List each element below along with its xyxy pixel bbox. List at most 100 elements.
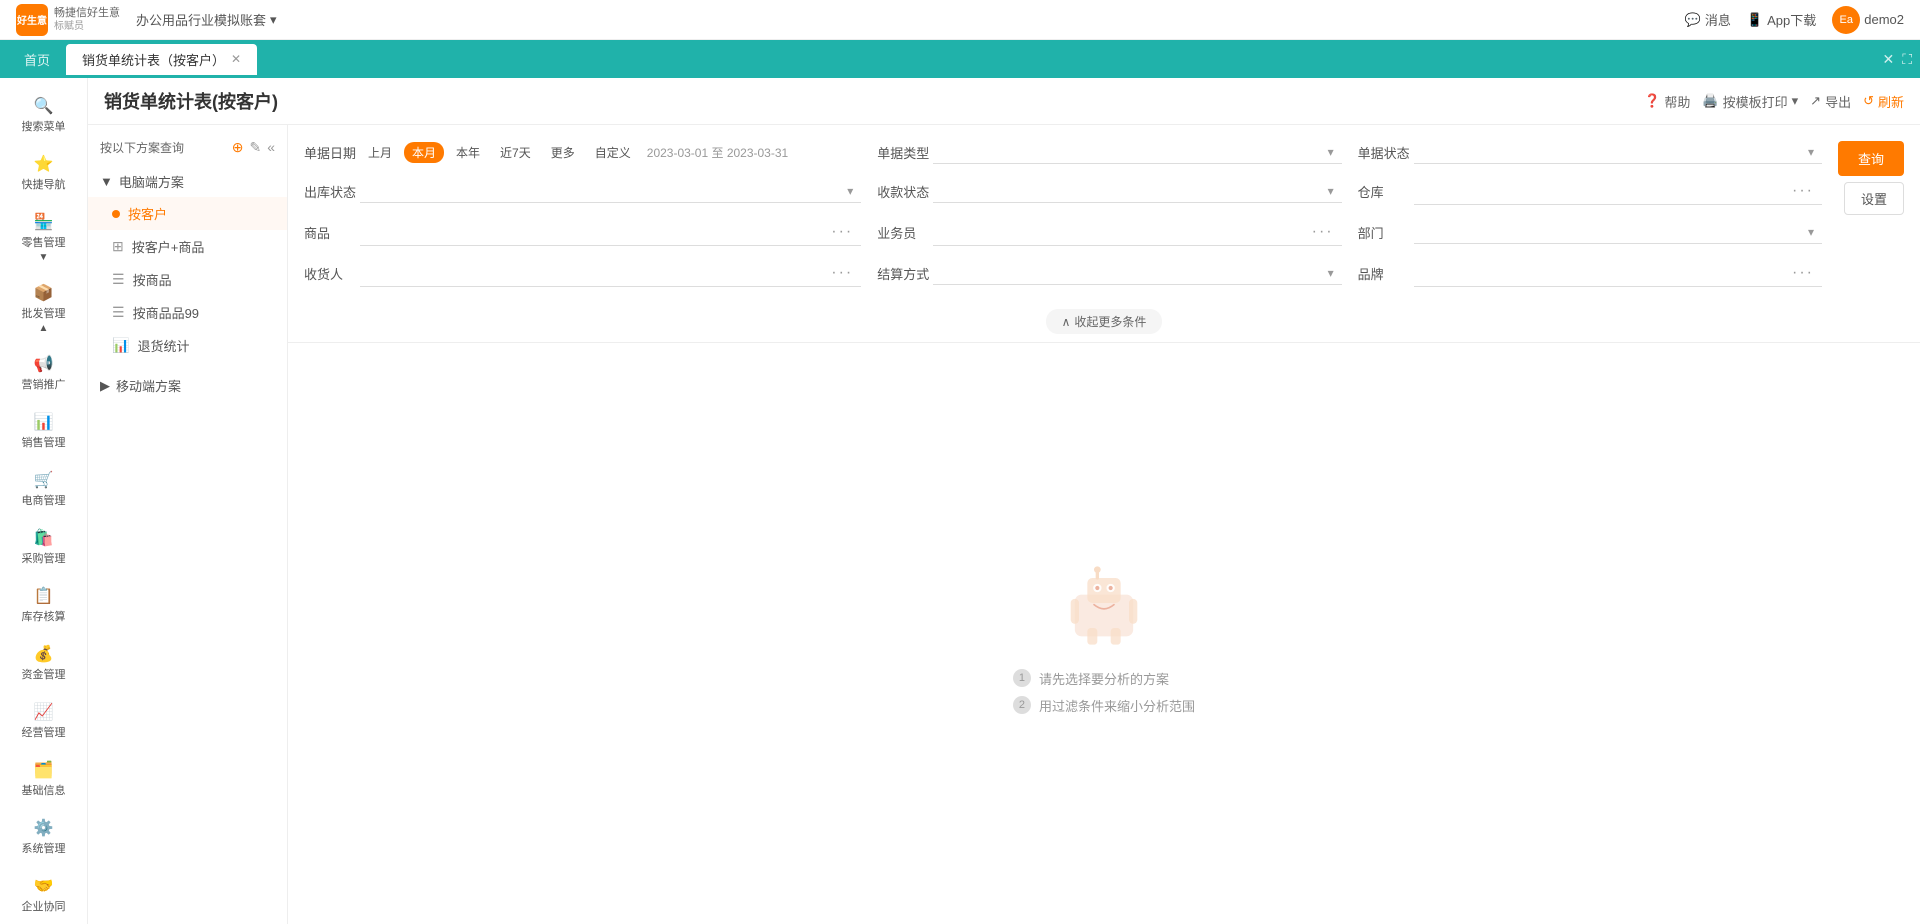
more-dots-icon[interactable]: ··· xyxy=(1312,223,1334,241)
sidebar-item-retail[interactable]: 🏪 零售管理 ▼ xyxy=(0,202,87,273)
logo-symbol: 好生意 xyxy=(17,12,47,27)
collapse-button[interactable]: ∧ 收起更多条件 xyxy=(1046,309,1163,334)
edit-scheme-icon[interactable]: ✎ xyxy=(249,139,261,156)
date-tab-this-year[interactable]: 本年 xyxy=(448,142,488,163)
date-tab-last-month[interactable]: 上月 xyxy=(360,142,400,163)
more-dots-icon[interactable]: ··· xyxy=(1792,182,1814,200)
more-dots-icon[interactable]: ··· xyxy=(831,223,853,241)
chevron-down-icon: ▾ xyxy=(1328,266,1334,280)
status-select[interactable]: ▾ xyxy=(1414,141,1822,164)
message-icon: 💬 xyxy=(1685,12,1701,28)
sidebar-item-marketing[interactable]: 📢 营销推广 xyxy=(0,344,87,402)
date-tab-more[interactable]: 更多 xyxy=(543,142,583,163)
scheme-item-returns[interactable]: 📊 退货统计 xyxy=(88,329,287,362)
ecommerce-icon: 🛒 xyxy=(34,470,54,490)
inner-layout: 按以下方案查询 ⊕ ✎ « ▼ 电脑端方案 按客户 xyxy=(88,125,1920,924)
more-dots-icon[interactable]: ··· xyxy=(1792,264,1814,282)
basic-icon: 🗂️ xyxy=(34,760,54,780)
date-field: 单据日期 上月 本月 本年 近7天 更多 自定义 xyxy=(304,142,861,163)
more-dots-icon[interactable]: ··· xyxy=(831,264,853,282)
brand-select[interactable]: ··· xyxy=(1414,260,1822,287)
date-tab-custom[interactable]: 自定义 xyxy=(587,142,639,163)
salesperson-field: 业务员 ··· xyxy=(877,219,1341,246)
empty-tips: 1 请先选择要分析的方案 2 用过滤条件来缩小分析范围 xyxy=(1013,669,1195,715)
sidebar-item-purchase[interactable]: 🛍️ 采购管理 xyxy=(0,518,87,576)
tab-close-icon[interactable]: ✕ xyxy=(231,52,241,66)
export-button[interactable]: ↗ 导出 xyxy=(1810,92,1851,111)
sidebar-item-shortcuts[interactable]: ⭐ 快捷导航 xyxy=(0,144,87,202)
user-menu[interactable]: Ea demo2 xyxy=(1832,6,1904,34)
refresh-icon: ↺ xyxy=(1863,93,1874,109)
sidebar-item-enterprise[interactable]: 🤝 企业协同 xyxy=(0,866,87,924)
message-button[interactable]: 💬 消息 xyxy=(1685,10,1731,29)
outstock-select[interactable]: ▾ xyxy=(360,180,861,203)
scheme-panel-actions: ⊕ ✎ « xyxy=(232,139,275,156)
refresh-button[interactable]: ↺ 刷新 xyxy=(1863,92,1904,111)
retail-icon: 🏪 xyxy=(34,212,54,232)
sales-icon: 📊 xyxy=(34,412,54,432)
query-button[interactable]: 查询 xyxy=(1838,141,1904,176)
desktop-scheme-section: ▼ 电脑端方案 按客户 ⊞ 按客户+商品 ☰ 按商品 xyxy=(88,162,287,366)
salesperson-select[interactable]: ··· xyxy=(933,219,1341,246)
department-select[interactable]: ▾ xyxy=(1414,221,1822,244)
filter-row-1: 单据日期 上月 本月 本年 近7天 更多 自定义 xyxy=(304,141,1822,164)
finance-icon: 💰 xyxy=(34,644,54,664)
sidebar-item-finance[interactable]: 💰 资金管理 xyxy=(0,634,87,692)
maximize-icon[interactable]: ⛶ xyxy=(1902,51,1912,68)
chevron-down-icon: ▾ xyxy=(1328,184,1334,198)
filter-row-3: 商品 ··· 业务员 xyxy=(304,219,1822,246)
close-window-icon[interactable]: ✕ xyxy=(1882,51,1894,68)
goods-select[interactable]: ··· xyxy=(360,219,861,246)
desktop-section-header[interactable]: ▼ 电脑端方案 xyxy=(88,166,287,197)
sidebar-item-inventory[interactable]: 📋 库存核算 xyxy=(0,576,87,634)
grid-icon: ⊞ xyxy=(112,238,124,255)
chevron-icon: ▲ xyxy=(39,323,49,334)
scheme-item-by-goods-99[interactable]: ☰ 按商品品99 xyxy=(88,296,287,329)
list-icon: ☰ xyxy=(112,271,125,288)
type-field: 单据类型 ▾ xyxy=(877,141,1341,164)
mobile-section-header[interactable]: ▶ 移动端方案 xyxy=(88,370,287,401)
tab-sales-stats[interactable]: 销货单统计表（按客户） ✕ xyxy=(66,44,257,75)
type-select[interactable]: ▾ xyxy=(933,141,1341,164)
search-icon: 🔍 xyxy=(34,96,54,116)
star-icon: ⭐ xyxy=(34,154,54,174)
warehouse-select[interactable]: ··· xyxy=(1414,178,1822,205)
industry-selector[interactable]: 办公用品行业模拟账套 ▾ xyxy=(128,6,285,33)
sidebar-item-system[interactable]: ⚙️ 系统管理 xyxy=(0,808,87,866)
template-print-button[interactable]: 🖨️ 按模板打印 ▾ xyxy=(1702,92,1798,111)
filter-area: 单据日期 上月 本月 本年 近7天 更多 自定义 xyxy=(288,125,1920,342)
tab-home[interactable]: 首页 xyxy=(8,44,66,75)
filter-fields: 单据日期 上月 本月 本年 近7天 更多 自定义 xyxy=(304,141,1822,301)
active-dot-icon xyxy=(112,210,120,218)
date-tab-this-month[interactable]: 本月 xyxy=(404,142,444,163)
inventory-icon: 📋 xyxy=(34,586,54,606)
chevron-down-icon: ▾ xyxy=(1328,145,1334,159)
date-tab-7days[interactable]: 近7天 xyxy=(492,142,539,163)
top-bar-left: 好生意 畅捷信好生意 标赋员 办公用品行业模拟账套 ▾ xyxy=(16,4,285,36)
empty-illustration xyxy=(1054,553,1154,653)
receipt-field: 收款状态 ▾ xyxy=(877,180,1341,203)
goods-field: 商品 ··· xyxy=(304,219,861,246)
receipt-select[interactable]: ▾ xyxy=(933,180,1341,203)
settings-button[interactable]: 设置 xyxy=(1844,182,1904,215)
collapse-panel-icon[interactable]: « xyxy=(267,139,275,156)
empty-tip-2: 2 用过滤条件来缩小分析范围 xyxy=(1013,696,1195,715)
settlement-select[interactable]: ▾ xyxy=(933,262,1341,285)
sidebar-item-search[interactable]: 🔍 搜索菜单 xyxy=(0,86,87,144)
app-download-button[interactable]: 📱 App下载 xyxy=(1747,10,1816,29)
sidebar-item-basic[interactable]: 🗂️ 基础信息 xyxy=(0,750,87,808)
mobile-icon: 📱 xyxy=(1747,12,1763,28)
sidebar-item-sales[interactable]: 📊 销售管理 xyxy=(0,402,87,460)
date-tabs: 上月 本月 本年 近7天 更多 自定义 xyxy=(360,142,639,163)
scheme-item-by-customer[interactable]: 按客户 xyxy=(88,197,287,230)
scheme-item-by-customer-goods[interactable]: ⊞ 按客户+商品 xyxy=(88,230,287,263)
sidebar-item-ecommerce[interactable]: 🛒 电商管理 xyxy=(0,460,87,518)
add-scheme-icon[interactable]: ⊕ xyxy=(232,139,244,156)
sidebar-item-operation[interactable]: 📈 经营管理 xyxy=(0,692,87,750)
help-button[interactable]: ❓ 帮助 xyxy=(1644,92,1690,111)
receiver-select[interactable]: ··· xyxy=(360,260,861,287)
page-title: 销货单统计表(按客户) xyxy=(104,88,278,114)
empty-state: 1 请先选择要分析的方案 2 用过滤条件来缩小分析范围 xyxy=(288,343,1920,924)
sidebar-item-wholesale[interactable]: 📦 批发管理 ▲ xyxy=(0,273,87,344)
scheme-item-by-goods[interactable]: ☰ 按商品 xyxy=(88,263,287,296)
